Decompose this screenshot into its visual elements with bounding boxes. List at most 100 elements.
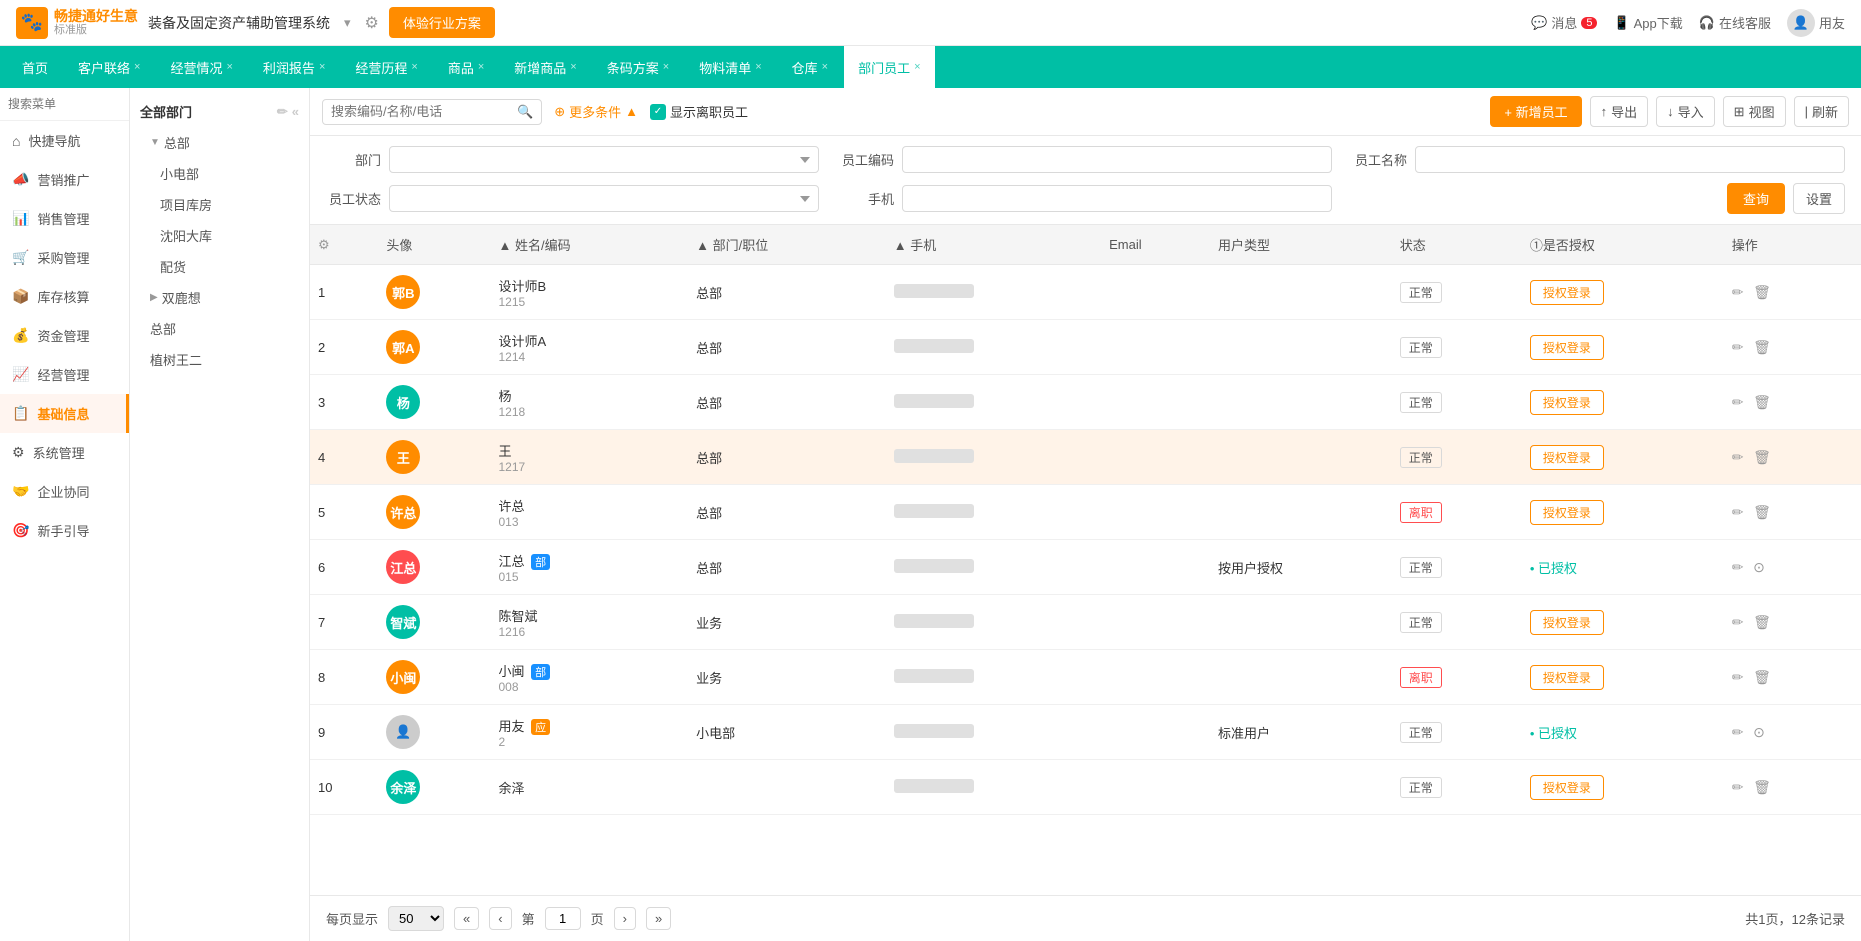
close-icon[interactable]: × bbox=[134, 61, 140, 73]
sidebar-item-basic-info[interactable]: 📋 基础信息 bbox=[0, 394, 129, 433]
delete-icon[interactable]: 🗑 bbox=[1753, 339, 1771, 355]
edit-icon[interactable]: ✏ bbox=[1732, 284, 1744, 300]
dept-item-shenyang[interactable]: 沈阳大库 bbox=[130, 220, 309, 251]
collapse-icon[interactable]: « bbox=[292, 104, 299, 120]
sidebar-item-operation[interactable]: 📈 经营管理 bbox=[0, 355, 129, 394]
auth-button[interactable]: 授权登录 bbox=[1530, 665, 1604, 690]
close-icon[interactable]: × bbox=[319, 61, 325, 73]
status-select[interactable] bbox=[389, 185, 819, 212]
copy-icon[interactable]: ⊙ bbox=[1753, 559, 1765, 575]
message-item[interactable]: 💬 消息 5 bbox=[1531, 13, 1597, 32]
tab-home[interactable]: 首页 bbox=[8, 46, 62, 88]
close-icon[interactable]: × bbox=[226, 61, 232, 73]
sidebar-item-system[interactable]: ⚙ 系统管理 bbox=[0, 433, 129, 472]
tab-operation-status[interactable]: 经营情况 × bbox=[156, 46, 246, 88]
close-icon[interactable]: × bbox=[663, 61, 669, 73]
sidebar-item-purchase[interactable]: 🛒 采购管理 bbox=[0, 238, 129, 277]
last-page-button[interactable]: » bbox=[646, 907, 671, 930]
dept-item-hq-parent[interactable]: ▼ 总部 bbox=[130, 127, 309, 158]
show-resigned-checkbox[interactable]: ✓ 显示离职员工 bbox=[650, 102, 748, 121]
online-service-item[interactable]: 🎧 在线客服 bbox=[1699, 13, 1771, 32]
edit-icon[interactable]: ✏ bbox=[1732, 779, 1744, 795]
edit-icon[interactable]: ✏ bbox=[1732, 339, 1744, 355]
col-name-code[interactable]: ▲ 姓名/编码 bbox=[491, 225, 689, 265]
settings-icon[interactable]: ⚙ bbox=[365, 13, 379, 33]
delete-icon[interactable]: 🗑 bbox=[1753, 284, 1771, 300]
trial-button[interactable]: 体验行业方案 bbox=[389, 7, 495, 38]
edit-icon[interactable]: ✏ bbox=[1732, 449, 1744, 465]
sidebar-item-marketing[interactable]: 📣 营销推广 bbox=[0, 160, 129, 199]
edit-icon[interactable]: ✏ bbox=[1732, 669, 1744, 685]
tab-barcode[interactable]: 条码方案 × bbox=[593, 46, 683, 88]
dept-item-project-storage[interactable]: 项目库房 bbox=[130, 189, 309, 220]
auth-button[interactable]: 授权登录 bbox=[1530, 500, 1604, 525]
delete-icon[interactable]: 🗑 bbox=[1753, 394, 1771, 410]
sidebar-item-enterprise[interactable]: 🤝 企业协同 bbox=[0, 472, 129, 511]
edit-icon[interactable]: ✏ bbox=[277, 104, 288, 120]
edit-icon[interactable]: ✏ bbox=[1732, 394, 1744, 410]
phone-input[interactable] bbox=[902, 185, 1332, 212]
dept-tree-header[interactable]: 全部部门 ✏ « bbox=[130, 96, 309, 127]
auth-button[interactable]: 授权登录 bbox=[1530, 445, 1604, 470]
copy-icon[interactable]: ⊙ bbox=[1753, 724, 1765, 740]
sidebar-item-inventory[interactable]: 📦 库存核算 bbox=[0, 277, 129, 316]
edit-icon[interactable]: ✏ bbox=[1732, 724, 1744, 740]
auth-button[interactable]: 授权登录 bbox=[1530, 335, 1604, 360]
next-page-button[interactable]: › bbox=[614, 907, 636, 930]
sidebar-item-guide[interactable]: 🎯 新手引导 bbox=[0, 511, 129, 550]
first-page-button[interactable]: « bbox=[454, 907, 479, 930]
per-page-select[interactable]: 50 100 200 bbox=[388, 906, 444, 931]
view-button[interactable]: ⊞ 视图 bbox=[1723, 96, 1786, 127]
dept-item-distribution[interactable]: 配货 bbox=[130, 251, 309, 282]
tab-employees[interactable]: 部门员工 × bbox=[844, 46, 934, 88]
reset-button[interactable]: 设置 bbox=[1793, 183, 1845, 214]
add-employee-button[interactable]: + 新增员工 bbox=[1490, 96, 1581, 127]
page-input[interactable] bbox=[545, 907, 581, 930]
auth-button[interactable]: 授权登录 bbox=[1530, 775, 1604, 800]
sidebar-item-finance[interactable]: 💰 资金管理 bbox=[0, 316, 129, 355]
close-icon[interactable]: × bbox=[478, 61, 484, 73]
dept-item-hq[interactable]: 总部 bbox=[130, 313, 309, 344]
prev-page-button[interactable]: ‹ bbox=[489, 907, 511, 930]
delete-icon[interactable]: 🗑 bbox=[1753, 614, 1771, 630]
edit-icon[interactable]: ✏ bbox=[1732, 614, 1744, 630]
dept-item-zhishu[interactable]: 植树王二 bbox=[130, 344, 309, 375]
delete-icon[interactable]: 🗑 bbox=[1753, 504, 1771, 520]
tab-business-history[interactable]: 经营历程 × bbox=[341, 46, 431, 88]
employee-name-input[interactable] bbox=[1415, 146, 1845, 173]
settings-gear-icon[interactable]: ⚙ bbox=[318, 237, 330, 252]
col-settings[interactable]: ⚙ bbox=[310, 225, 378, 265]
tab-customer[interactable]: 客户联络 × bbox=[64, 46, 154, 88]
tab-profit-report[interactable]: 利润报告 × bbox=[249, 46, 339, 88]
edit-icon[interactable]: ✏ bbox=[1732, 504, 1744, 520]
col-phone[interactable]: ▲ 手机 bbox=[886, 225, 1101, 265]
tab-product[interactable]: 商品 × bbox=[434, 46, 498, 88]
dept-item-small-elec[interactable]: 小电部 bbox=[130, 158, 309, 189]
close-icon[interactable]: × bbox=[570, 61, 576, 73]
col-dept-position[interactable]: ▲ 部门/职位 bbox=[688, 225, 886, 265]
edit-icon[interactable]: ✏ bbox=[1732, 559, 1744, 575]
dept-select[interactable] bbox=[389, 146, 819, 173]
close-icon[interactable]: × bbox=[755, 61, 761, 73]
sidebar-item-sales[interactable]: 📊 销售管理 bbox=[0, 199, 129, 238]
more-conditions[interactable]: ⊕ 更多条件 ▲ bbox=[554, 102, 638, 121]
app-download-item[interactable]: 📱 App下载 bbox=[1613, 13, 1682, 32]
delete-icon[interactable]: 🗑 bbox=[1753, 449, 1771, 465]
auth-button[interactable]: 授权登录 bbox=[1530, 280, 1604, 305]
search-input[interactable] bbox=[331, 104, 511, 119]
tab-add-product[interactable]: 新增商品 × bbox=[500, 46, 590, 88]
tab-bom[interactable]: 物料清单 × bbox=[685, 46, 775, 88]
delete-icon[interactable]: 🗑 bbox=[1753, 779, 1771, 795]
close-icon[interactable]: × bbox=[411, 61, 417, 73]
export-button[interactable]: ↑ 导出 bbox=[1590, 96, 1649, 127]
close-icon[interactable]: × bbox=[822, 61, 828, 73]
dept-item-shuanglu[interactable]: ▶ 双鹿想 bbox=[130, 282, 309, 313]
close-icon[interactable]: × bbox=[914, 61, 920, 73]
print-button[interactable]: | 刷新 bbox=[1794, 96, 1849, 127]
employee-code-input[interactable] bbox=[902, 146, 1332, 173]
query-button[interactable]: 查询 bbox=[1727, 183, 1785, 214]
import-button[interactable]: ↓ 导入 bbox=[1656, 96, 1715, 127]
delete-icon[interactable]: 🗑 bbox=[1753, 669, 1771, 685]
auth-button[interactable]: 授权登录 bbox=[1530, 390, 1604, 415]
user-item[interactable]: 👤 用友 bbox=[1787, 9, 1845, 37]
